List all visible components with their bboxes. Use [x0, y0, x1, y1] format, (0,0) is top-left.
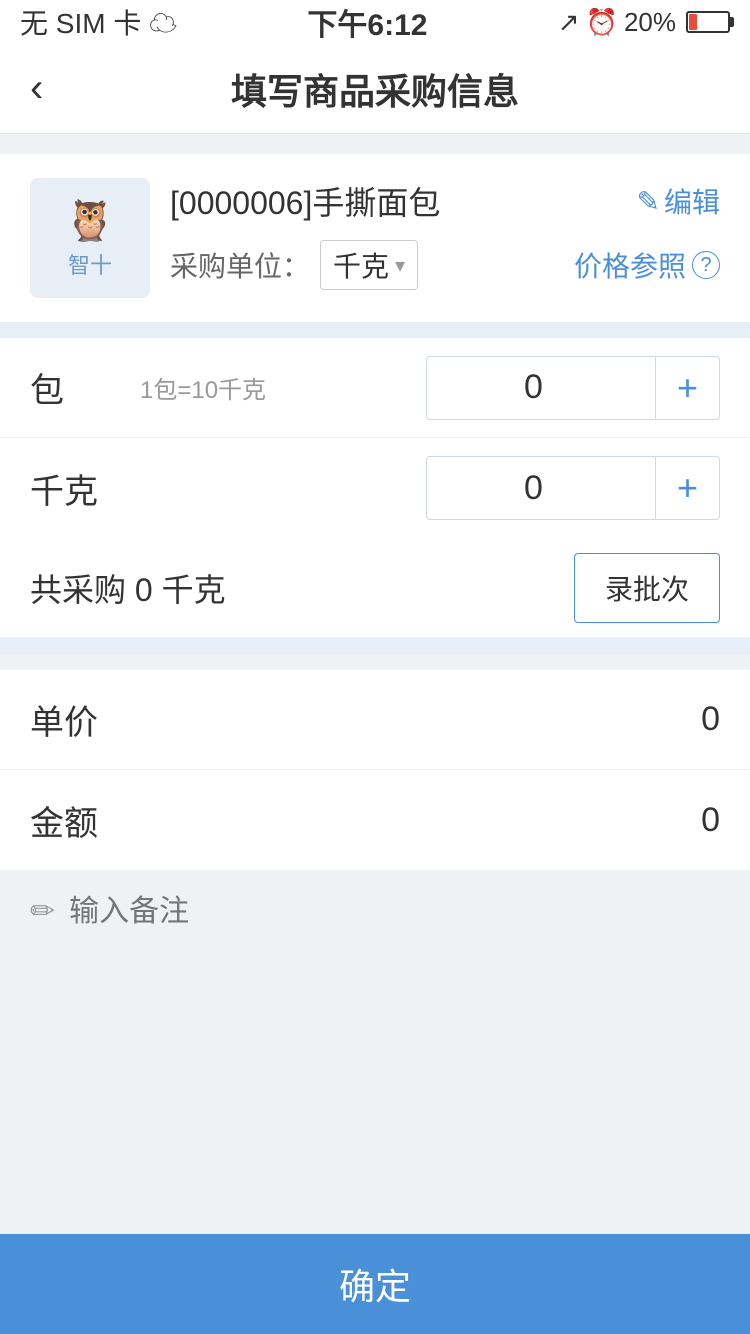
- status-right: ↗ ⏰ 20%: [558, 7, 730, 38]
- battery-percent: 20%: [624, 7, 676, 38]
- unit-price-value: 0: [701, 700, 720, 739]
- battery-icon: [686, 11, 730, 33]
- price-ref-help-icon: ?: [692, 251, 720, 279]
- pack-label: 包: [30, 363, 130, 412]
- product-card: 🦉 智十 [0000006]手撕面包 ✎ 编辑 采购单位： 千克 ▾ 价格参照: [0, 154, 750, 322]
- price-ref-label: 价格参照: [574, 245, 686, 285]
- input-section: 包 1包=10千克 + 千克 +: [0, 338, 750, 538]
- content-filler: [0, 953, 750, 1213]
- product-thumbnail: 🦉 智十: [30, 178, 150, 298]
- unit-price-row: 单价 0: [0, 670, 750, 770]
- product-name: [0000006]手撕面包: [170, 178, 440, 224]
- amount-label: 金额: [30, 796, 98, 845]
- product-owl-icon: 🦉: [65, 197, 115, 244]
- pack-sublabel: 1包=10千克: [140, 370, 426, 405]
- pack-input[interactable]: [426, 356, 656, 420]
- unit-value: 千克: [333, 245, 389, 285]
- kg-input-wrap: +: [426, 456, 720, 520]
- pack-plus-button[interactable]: +: [656, 356, 720, 420]
- edit-icon: ✎: [637, 185, 660, 218]
- signal-text: 无 SIM 卡 ☁: [20, 2, 177, 42]
- batch-button[interactable]: 录批次: [574, 553, 720, 623]
- edit-label: 编辑: [664, 181, 720, 221]
- product-name-row: [0000006]手撕面包 ✎ 编辑: [170, 178, 720, 224]
- summary-section: 共采购 0 千克 录批次: [0, 538, 750, 638]
- amount-row: 金额 0: [0, 770, 750, 870]
- location-icon: ↗: [558, 7, 580, 38]
- confirm-button[interactable]: 确定: [0, 1234, 750, 1334]
- kg-plus-button[interactable]: +: [656, 456, 720, 520]
- info-section: 单价 0 金额 0: [0, 670, 750, 870]
- kg-input-row: 千克 +: [0, 438, 750, 538]
- price-ref-button[interactable]: 价格参照 ?: [574, 245, 720, 285]
- unit-arrow-icon: ▾: [395, 253, 405, 278]
- divider-1: [0, 322, 750, 338]
- unit-label-text: 采购单位：: [170, 245, 310, 285]
- alarm-icon: ⏰: [586, 7, 618, 38]
- kg-label: 千克: [30, 464, 130, 513]
- page-title: 填写商品采购信息: [231, 63, 519, 115]
- note-pencil-icon: ✏: [30, 894, 55, 929]
- back-button[interactable]: ‹: [30, 66, 43, 111]
- product-thumb-label: 智十: [68, 248, 112, 280]
- edit-button[interactable]: ✎ 编辑: [637, 181, 720, 221]
- status-time: 下午6:12: [307, 0, 427, 44]
- nav-bar: ‹ 填写商品采购信息: [0, 44, 750, 134]
- note-input[interactable]: [69, 895, 720, 929]
- unit-row: 采购单位： 千克 ▾ 价格参照 ?: [170, 240, 720, 290]
- pack-input-wrap: +: [426, 356, 720, 420]
- product-info: [0000006]手撕面包 ✎ 编辑 采购单位： 千克 ▾ 价格参照 ?: [170, 178, 720, 290]
- pack-input-row: 包 1包=10千克 +: [0, 338, 750, 438]
- kg-input[interactable]: [426, 456, 656, 520]
- status-left: 无 SIM 卡 ☁: [20, 2, 177, 42]
- summary-text: 共采购 0 千克: [30, 565, 226, 611]
- amount-value: 0: [701, 801, 720, 840]
- unit-selector[interactable]: 千克 ▾: [320, 240, 418, 290]
- divider-2: [0, 638, 750, 654]
- summary-row: 共采购 0 千克 录批次: [0, 538, 750, 638]
- status-bar: 无 SIM 卡 ☁ 下午6:12 ↗ ⏰ 20%: [0, 0, 750, 44]
- note-section: ✏: [0, 870, 750, 953]
- unit-price-label: 单价: [30, 695, 98, 744]
